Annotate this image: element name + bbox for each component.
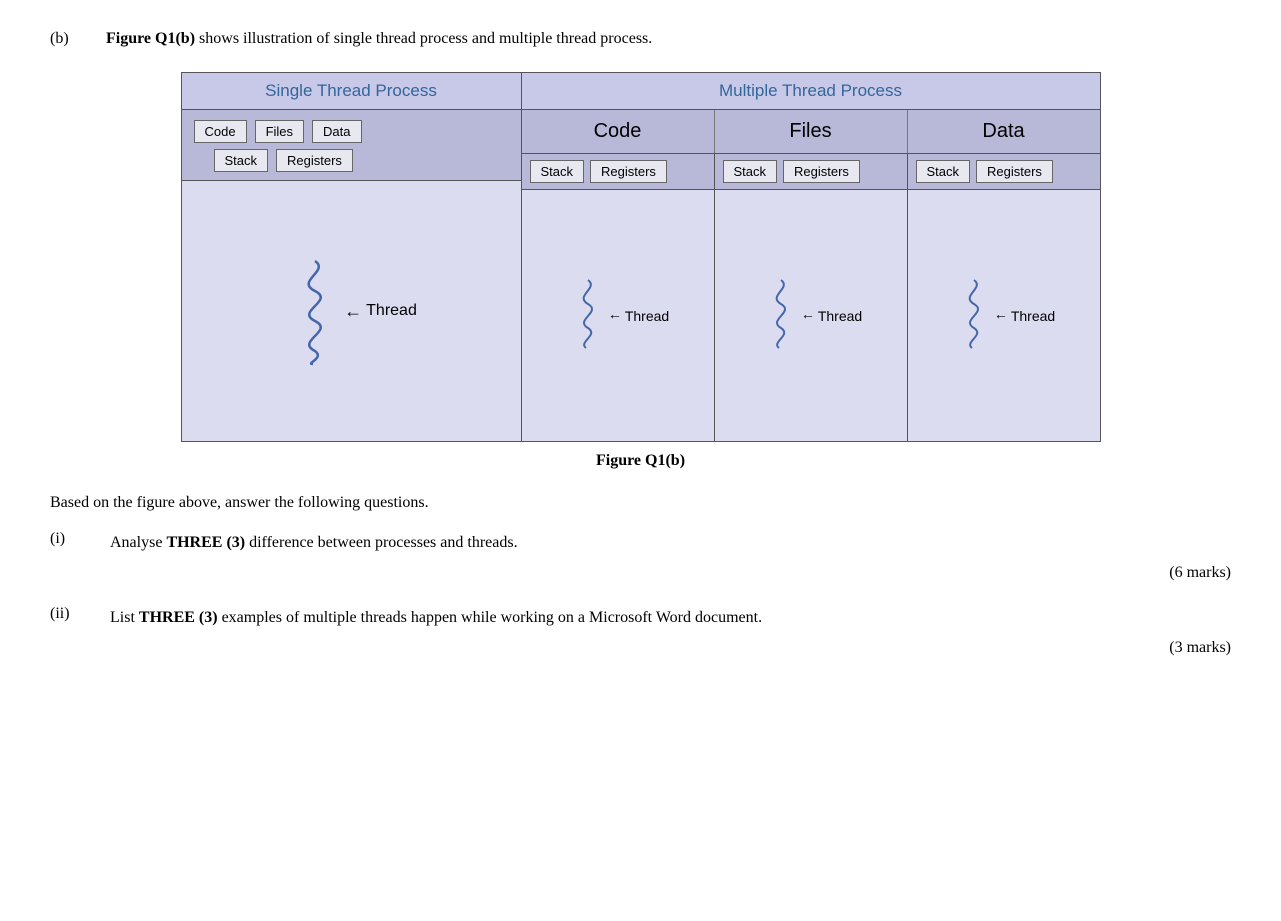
single-files-box: Files xyxy=(255,120,304,143)
multi-col-3: Stack Registers ← Thread xyxy=(908,154,1100,441)
multi-col2-registers: Registers xyxy=(783,160,860,183)
multi-col2-stack: Stack xyxy=(723,160,778,183)
multi-col2-arrow-label: ← Thread xyxy=(801,308,862,324)
q1-bold: THREE (3) xyxy=(166,534,245,551)
question-num-2: (ii) xyxy=(50,605,90,660)
single-thread-panel: Single Thread Process Code Files Data St… xyxy=(182,73,522,441)
multi-col3-thread-svg xyxy=(952,276,990,356)
question-item-1: (i) Analyse THREE (3) difference between… xyxy=(50,530,1231,585)
question-text-1: Analyse THREE (3) difference between pro… xyxy=(110,530,1231,585)
single-shared-row2: Stack Registers xyxy=(194,149,509,172)
questions-section: Based on the figure above, answer the fo… xyxy=(50,494,1231,660)
q2-bold: THREE (3) xyxy=(139,609,218,626)
single-arrow-icon: ← xyxy=(344,301,362,322)
multi-col1-thread-svg xyxy=(566,276,604,356)
multiple-thread-panel: Multiple Thread Process Code Files Data … xyxy=(522,73,1100,441)
multi-col2-thread-area: ← Thread xyxy=(715,190,907,441)
q1-text-end: difference between processes and threads… xyxy=(245,534,517,551)
diagram-wrapper: Single Thread Process Code Files Data St… xyxy=(50,72,1231,442)
single-data-box: Data xyxy=(312,120,361,143)
multi-col1-label: Thread xyxy=(625,308,669,324)
single-registers-box: Registers xyxy=(276,149,353,172)
diagram: Single Thread Process Code Files Data St… xyxy=(181,72,1101,442)
multi-col3-registers: Registers xyxy=(976,160,1053,183)
intro-text: Figure Q1(b) shows illustration of singl… xyxy=(106,30,652,48)
multi-col3-label: Thread xyxy=(1011,308,1055,324)
single-thread-icon: ← Thread xyxy=(285,256,417,366)
multiple-shared-area: Code Files Data xyxy=(522,110,1100,154)
intro-label: (b) xyxy=(50,30,90,48)
question-item-2: (ii) List THREE (3) examples of multiple… xyxy=(50,605,1231,660)
multi-col1-stack: Stack xyxy=(530,160,585,183)
multi-col2-label: Thread xyxy=(818,308,862,324)
q1-text-start: Analyse xyxy=(110,534,166,551)
intro-line: (b) Figure Q1(b) shows illustration of s… xyxy=(50,30,1231,48)
multi-col1-thread-area: ← Thread xyxy=(522,190,714,441)
figure-ref-inline: Figure Q1(b) xyxy=(106,30,195,47)
multi-col1-arrow-label: ← Thread xyxy=(608,308,669,324)
multi-col3-thread-area: ← Thread xyxy=(908,190,1100,441)
multi-col3-arrow-label: ← Thread xyxy=(994,308,1055,324)
multi-col1-thread-icon: ← Thread xyxy=(566,276,669,356)
figure-caption: Figure Q1(b) xyxy=(50,452,1231,470)
multi-col-2: Stack Registers ← Thread xyxy=(715,154,908,441)
single-code-box: Code xyxy=(194,120,247,143)
multiple-thread-header: Multiple Thread Process xyxy=(522,73,1100,110)
multi-col-1: Stack Registers ← Thread xyxy=(522,154,715,441)
multi-code-cell: Code xyxy=(522,110,715,153)
question-intro: Based on the figure above, answer the fo… xyxy=(50,494,1231,512)
multi-col2-stack-row: Stack Registers xyxy=(715,154,907,190)
single-thread-label: Thread xyxy=(366,302,417,320)
q2-text-start: List xyxy=(110,609,139,626)
multi-files-cell: Files xyxy=(715,110,908,153)
multi-col2-thread-svg xyxy=(759,276,797,356)
single-shared-row1: Code Files Data xyxy=(194,120,509,143)
multi-col3-arrow: ← xyxy=(994,308,1008,324)
multiple-thread-row: Stack Registers ← Thread xyxy=(522,154,1100,441)
multi-col2-thread-icon: ← Thread xyxy=(759,276,862,356)
multi-col3-thread-icon: ← Thread xyxy=(952,276,1055,356)
single-stack-box: Stack xyxy=(214,149,269,172)
single-thread-svg xyxy=(285,256,340,366)
q2-text-end: examples of multiple threads happen whil… xyxy=(218,609,763,626)
multi-col2-arrow: ← xyxy=(801,308,815,324)
question-num-1: (i) xyxy=(50,530,90,585)
single-thread-header: Single Thread Process xyxy=(182,73,521,110)
multi-col1-registers: Registers xyxy=(590,160,667,183)
multi-col1-stack-row: Stack Registers xyxy=(522,154,714,190)
multi-col3-stack-row: Stack Registers xyxy=(908,154,1100,190)
single-thread-area: ← Thread xyxy=(182,181,521,441)
q2-marks: (3 marks) xyxy=(110,635,1231,661)
question-text-2: List THREE (3) examples of multiple thre… xyxy=(110,605,1231,660)
intro-text-end: shows illustration of single thread proc… xyxy=(199,30,652,47)
single-thread-arrow-label: ← Thread xyxy=(344,301,417,322)
multi-col1-arrow: ← xyxy=(608,308,622,324)
q1-marks: (6 marks) xyxy=(110,560,1231,586)
single-shared-area: Code Files Data Stack Registers xyxy=(182,110,521,181)
multi-data-cell: Data xyxy=(908,110,1100,153)
multi-col3-stack: Stack xyxy=(916,160,971,183)
